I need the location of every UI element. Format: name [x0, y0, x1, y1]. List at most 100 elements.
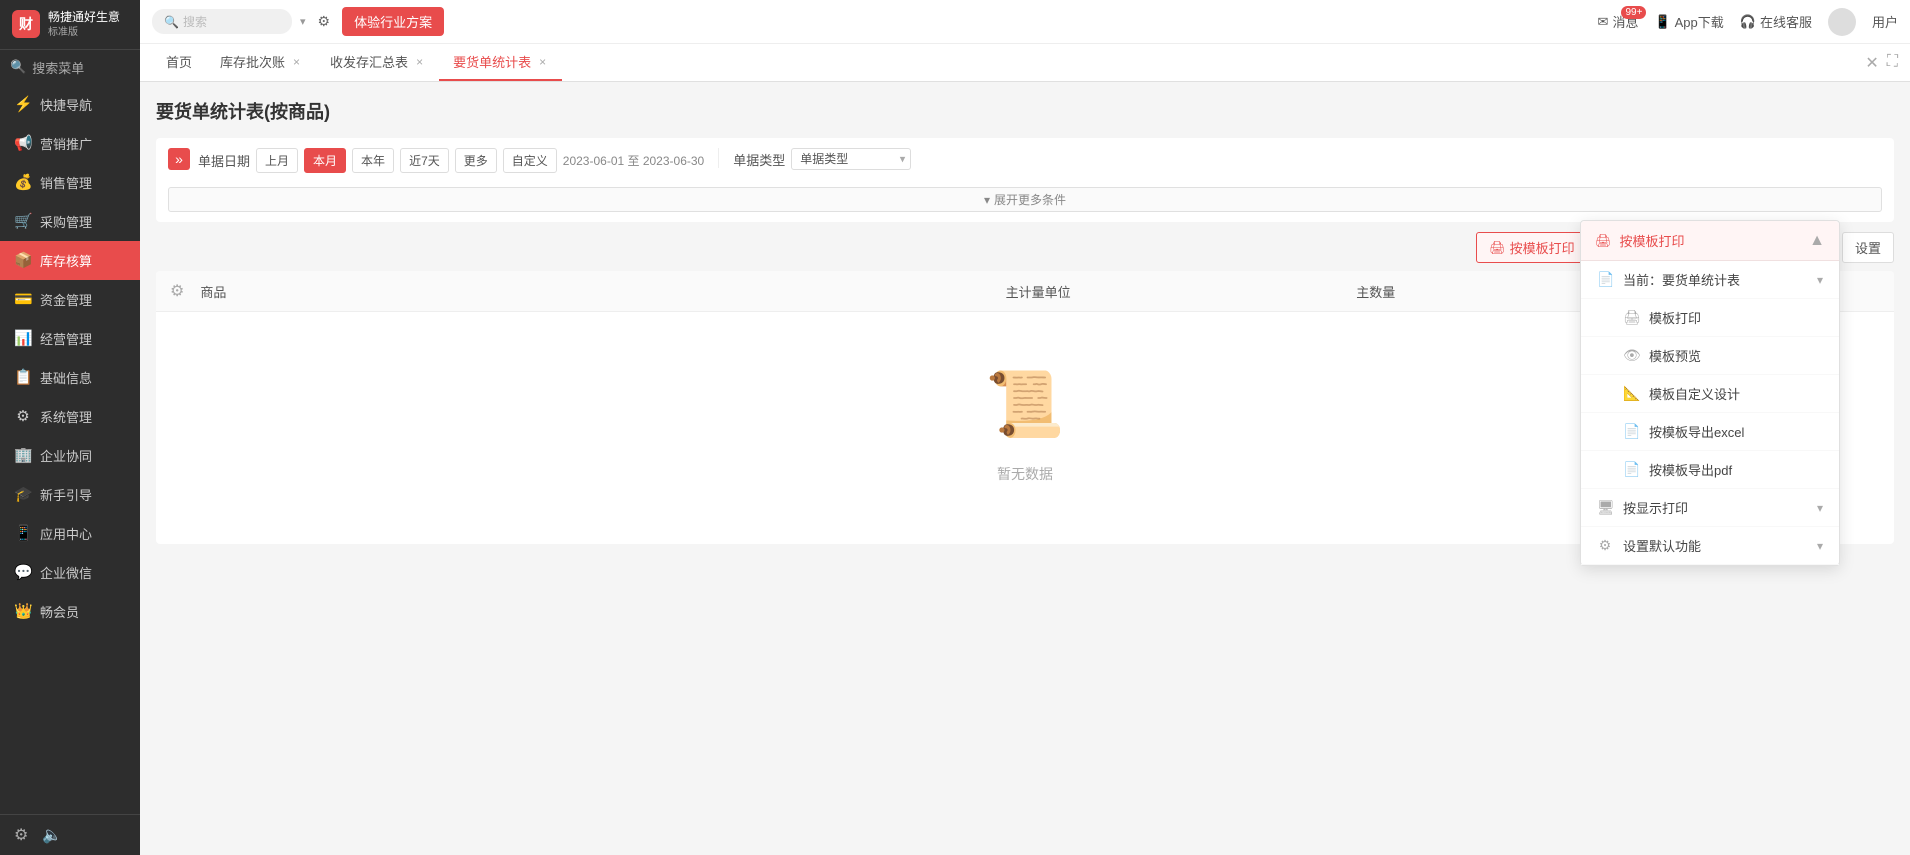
date-btn-last-7-days[interactable]: 近7天: [400, 148, 449, 173]
dropdown-display-left: 🖥 按显示打印: [1597, 498, 1688, 517]
settings-bottom-icon[interactable]: ⚙: [14, 825, 28, 845]
phone-icon: 📱: [1654, 14, 1670, 30]
dropdown-template-preview[interactable]: 👁 模板预览: [1581, 337, 1839, 375]
quick-nav-icon: ⚡: [14, 95, 32, 113]
sidebar-item-operation[interactable]: 📊 经营管理: [0, 319, 140, 358]
tab-home-label: 首页: [166, 52, 192, 71]
template-print-icon: 🖨: [1623, 309, 1639, 326]
empty-text: 暂无数据: [997, 464, 1053, 484]
sidebar-item-quick-nav[interactable]: ⚡ 快捷导航: [0, 85, 140, 124]
dropdown-display-print[interactable]: 🖥 按显示打印 ▾: [1581, 489, 1839, 527]
beginner-icon: 🎓: [14, 485, 32, 503]
tabs-right: ✕ ⛶: [1865, 53, 1898, 73]
tab-receivable-summary-close[interactable]: ×: [414, 55, 425, 69]
app-download-item[interactable]: 📱 App下载: [1654, 12, 1723, 31]
tab-inventory-batch-close[interactable]: ×: [291, 55, 302, 69]
filter-date-group: 单据日期 上月 本月 本年 近7天 更多 自定义 2023-06-01 至 20…: [198, 148, 704, 173]
sound-icon[interactable]: 🔈: [42, 825, 62, 845]
sidebar-item-marketing[interactable]: 📢 营销推广: [0, 124, 140, 163]
app-logo: 财 畅捷通好生意 标准版: [0, 0, 140, 50]
tab-order-stats-label: 要货单统计表: [453, 52, 531, 71]
topbar-gear-icon[interactable]: ⚙: [318, 13, 331, 30]
purchase-icon: 🛒: [14, 212, 32, 230]
dropdown-template-print[interactable]: 🖨 模板打印: [1581, 299, 1839, 337]
tab-inventory-batch[interactable]: 库存批次账 ×: [206, 44, 316, 81]
expand-conditions-btn[interactable]: ▾ 展开更多条件: [168, 187, 1882, 212]
sidebar-item-member[interactable]: 👑 畅会员: [0, 592, 140, 631]
sales-icon: 💰: [14, 173, 32, 191]
page-title: 要货单统计表(按商品): [156, 98, 1894, 124]
system-icon: ⚙: [14, 407, 32, 425]
tab-receivable-summary[interactable]: 收发存汇总表 ×: [316, 44, 439, 81]
sidebar-item-finance[interactable]: 💳 资金管理: [0, 280, 140, 319]
settings-btn[interactable]: 设置: [1842, 232, 1894, 263]
online-service-item[interactable]: 🎧 在线客服: [1740, 12, 1812, 31]
sidebar-item-enterprise[interactable]: 🏢 企业协同: [0, 436, 140, 475]
dropdown-template-custom[interactable]: 📐 模板自定义设计: [1581, 375, 1839, 413]
dropdown-header: 🖨 按模板打印 ▲: [1581, 221, 1839, 261]
date-range: 2023-06-01 至 2023-06-30: [563, 152, 704, 169]
type-select-wrapper: 单据类型: [791, 148, 911, 170]
sidebar-item-beginner[interactable]: 🎓 新手引导: [0, 475, 140, 514]
dropdown-export-excel[interactable]: 📄 按模板导出excel: [1581, 413, 1839, 451]
sidebar-item-purchase[interactable]: 🛒 采购管理: [0, 202, 140, 241]
export-pdf-icon: 📄: [1623, 461, 1639, 478]
industry-btn[interactable]: 体验行业方案: [342, 7, 444, 36]
online-service-label: 在线客服: [1760, 12, 1812, 31]
tab-close-all-icon[interactable]: ✕: [1865, 53, 1878, 73]
type-label: 单据类型: [733, 150, 785, 169]
date-btn-custom[interactable]: 自定义: [503, 148, 557, 173]
search-icon: 🔍: [10, 59, 26, 75]
date-btn-last-month[interactable]: 上月: [256, 148, 298, 173]
finance-icon: 💳: [14, 290, 32, 308]
template-preview-icon: 👁: [1623, 347, 1639, 364]
date-btn-more[interactable]: 更多: [455, 148, 497, 173]
col-qty: 主数量: [1209, 282, 1543, 301]
user-avatar[interactable]: [1828, 8, 1856, 36]
dropdown-current-left: 📄 当前：要货单统计表: [1597, 270, 1740, 289]
tab-expand-icon[interactable]: ⛶: [1887, 53, 1898, 73]
enterprise-wechat-icon: 💬: [14, 563, 32, 581]
message-item[interactable]: ✉ 消息 99+: [1598, 12, 1639, 31]
sidebar-item-enterprise-wechat[interactable]: 💬 企业微信: [0, 553, 140, 592]
print-dropdown: 🖨 按模板打印 ▲ 📄 当前：要货单统计表 ▾ 🖨 模板打印 👁: [1580, 220, 1840, 566]
current-template-arrow: ▾: [1817, 273, 1823, 287]
message-badge: 99+: [1621, 6, 1646, 19]
filter-type-group: 单据类型 单据类型: [733, 148, 911, 170]
sidebar-nav: ⚡ 快捷导航 📢 营销推广 💰 销售管理 🛒 采购管理 📦 库存核算 💳 资金管…: [0, 85, 140, 814]
topbar-search-icon: 🔍: [164, 15, 179, 29]
tab-receivable-summary-label: 收发存汇总表: [330, 52, 408, 71]
date-btn-this-year[interactable]: 本年: [352, 148, 394, 173]
dropdown-current-template[interactable]: 📄 当前：要货单统计表 ▾: [1581, 261, 1839, 299]
topbar-chevron[interactable]: ▾: [300, 15, 306, 28]
app-download-label: App下载: [1675, 12, 1724, 31]
sidebar-item-app-center[interactable]: 📱 应用中心: [0, 514, 140, 553]
sidebar-search[interactable]: 🔍 搜索菜单: [0, 50, 140, 85]
operation-icon: 📊: [14, 329, 32, 347]
date-btn-this-month[interactable]: 本月: [304, 148, 346, 173]
app-center-icon: 📱: [14, 524, 32, 542]
dropdown-default-function[interactable]: ⚙ 设置默认功能 ▾: [1581, 527, 1839, 565]
page-content: 要货单统计表(按商品) » 单据日期 上月 本月 本年 近7天 更多 自定义 2…: [140, 82, 1910, 855]
dropdown-close-btn[interactable]: ▲: [1809, 232, 1825, 250]
topbar: 🔍 搜索 ▾ ⚙ 体验行业方案 ✉ 消息 99+ 📱 App下载 🎧 在线客服 …: [140, 0, 1910, 44]
sidebar-item-sales[interactable]: 💰 销售管理: [0, 163, 140, 202]
sidebar-item-basic-info[interactable]: 📋 基础信息: [0, 358, 140, 397]
dropdown-default-left: ⚙ 设置默认功能: [1597, 536, 1701, 555]
filter-toggle-btn[interactable]: »: [168, 148, 190, 170]
type-select[interactable]: 单据类型: [791, 148, 911, 170]
default-function-icon: ⚙: [1597, 537, 1613, 554]
export-excel-icon: 📄: [1623, 423, 1639, 440]
sidebar-bottom: ⚙ 🔈: [0, 814, 140, 855]
topbar-search[interactable]: 🔍 搜索: [152, 9, 292, 34]
dropdown-export-pdf[interactable]: 📄 按模板导出pdf: [1581, 451, 1839, 489]
tab-order-stats-close[interactable]: ×: [537, 55, 548, 69]
tab-order-stats[interactable]: 要货单统计表 ×: [439, 44, 562, 81]
col-settings-icon[interactable]: ⚙: [170, 281, 184, 301]
display-print-arrow: ▾: [1817, 501, 1823, 515]
sidebar-item-system[interactable]: ⚙ 系统管理: [0, 397, 140, 436]
current-template-icon: 📄: [1597, 271, 1613, 288]
expand-arrow-icon: ▾: [984, 193, 990, 207]
tab-home[interactable]: 首页: [152, 44, 206, 81]
sidebar-item-inventory[interactable]: 📦 库存核算: [0, 241, 140, 280]
